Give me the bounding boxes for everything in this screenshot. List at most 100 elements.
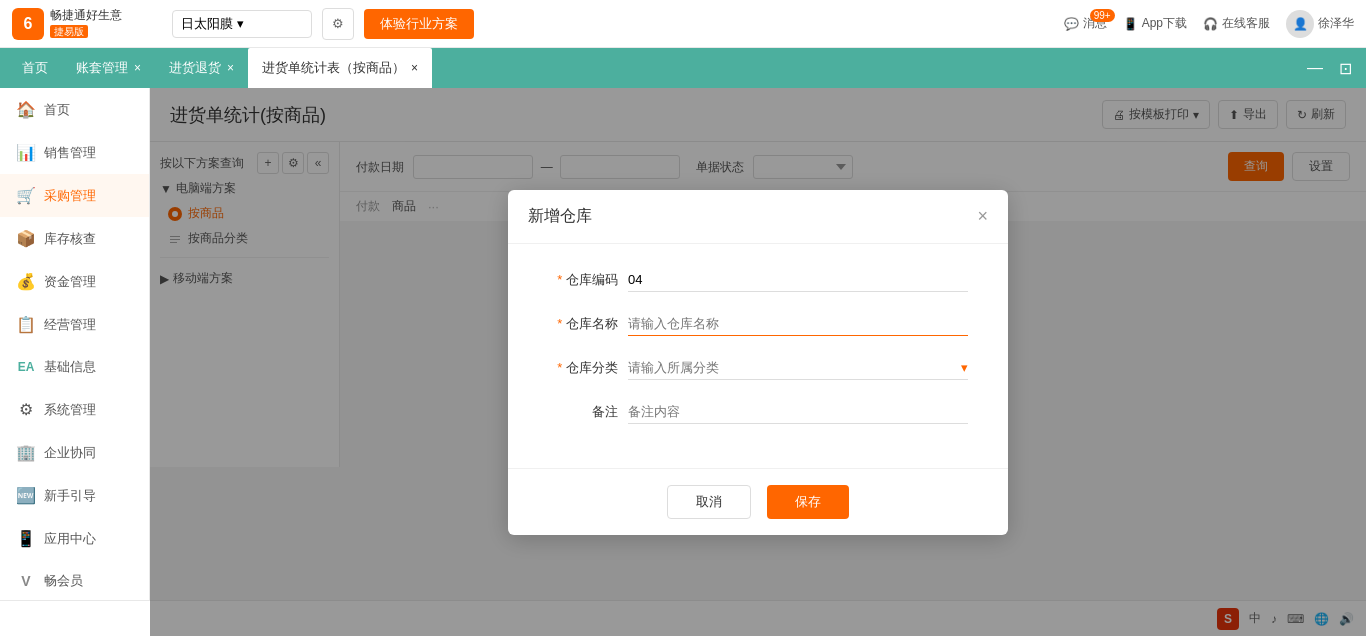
form-row-category: 仓库分类 ▾: [548, 356, 968, 380]
sidebar-item-system-label: 系统管理: [44, 401, 96, 419]
newbie-icon: 🆕: [16, 486, 36, 505]
sidebar-item-home[interactable]: 🏠 首页: [0, 88, 149, 131]
operations-icon: 📋: [16, 315, 36, 334]
header-right: 💬 消息 99+ 📱 App下载 🎧 在线客服 👤 徐泽华: [1064, 10, 1354, 38]
tab-account-close[interactable]: ×: [134, 61, 141, 75]
tab-purchase-stats[interactable]: 进货单统计表（按商品） ×: [248, 48, 432, 88]
note-input[interactable]: [628, 400, 968, 424]
code-input[interactable]: [628, 268, 968, 292]
category-dropdown-arrow: ▾: [961, 360, 968, 375]
sidebar-item-purchase-label: 采购管理: [44, 187, 96, 205]
app-download-label: App下载: [1142, 15, 1187, 32]
sidebar-item-app-center-label: 应用中心: [44, 530, 96, 548]
save-button[interactable]: 保存: [767, 485, 849, 519]
note-label: 备注: [548, 403, 618, 421]
sidebar-item-inventory-label: 库存核查: [44, 230, 96, 248]
sidebar-item-finance[interactable]: 💰 资金管理: [0, 260, 149, 303]
content-area: 进货单统计(按商品) 🖨 按模板打印 ▾ ⬆ 导出 ↻ 刷新: [150, 88, 1366, 636]
modal-close-button[interactable]: ×: [977, 206, 988, 227]
sidebar-item-basic-info[interactable]: EA 基础信息: [0, 346, 149, 388]
modal-body: 仓库编码 仓库名称 仓库分类 ▾: [508, 244, 1008, 468]
store-selector[interactable]: 日太阳膜 ▾: [172, 10, 312, 38]
app-logo-icon: 6: [12, 8, 44, 40]
category-label: 仓库分类: [548, 359, 618, 377]
tab-purchase-stats-label: 进货单统计表（按商品）: [262, 59, 405, 77]
sidebar-item-finance-label: 资金管理: [44, 273, 96, 291]
sidebar-item-basic-info-label: 基础信息: [44, 358, 96, 376]
member-icon: V: [16, 573, 36, 589]
user-name: 徐泽华: [1318, 15, 1354, 32]
enterprise-icon: 🏢: [16, 443, 36, 462]
sidebar-item-enterprise-label: 企业协同: [44, 444, 96, 462]
sidebar-item-home-label: 首页: [44, 101, 70, 119]
online-service-button[interactable]: 🎧 在线客服: [1203, 15, 1270, 32]
gear-icon: ⚙: [332, 16, 344, 31]
message-icon: 💬: [1064, 17, 1079, 31]
modal-title: 新增仓库: [528, 206, 592, 227]
sidebar-item-member[interactable]: V 畅会员: [0, 560, 149, 602]
store-dropdown-arrow: ▾: [237, 16, 244, 31]
phone-icon: 📱: [1123, 17, 1138, 31]
form-row-name: 仓库名称: [548, 312, 968, 336]
sidebar-item-purchase[interactable]: 🛒 采购管理: [0, 174, 149, 217]
app-download-button[interactable]: 📱 App下载: [1123, 15, 1187, 32]
name-label: 仓库名称: [548, 315, 618, 333]
tab-purchase-return-label: 进货退货: [169, 59, 221, 77]
sidebar-item-member-label: 畅会员: [44, 572, 83, 590]
system-icon: ⚙: [16, 400, 36, 419]
sidebar-item-operations[interactable]: 📋 经营管理: [0, 303, 149, 346]
top-header: 6 畅捷通好生意 捷易版 日太阳膜 ▾ ⚙ 体验行业方案 💬 消息 99+ 📱 …: [0, 0, 1366, 48]
new-warehouse-modal: 新增仓库 × 仓库编码 仓库名称 仓库分类: [508, 190, 1008, 535]
tab-home[interactable]: 首页: [8, 48, 62, 88]
sidebar-item-app-center[interactable]: 📱 应用中心: [0, 517, 149, 560]
tab-actions: — ⊡: [1301, 57, 1358, 80]
tab-purchase-return[interactable]: 进货退货 ×: [155, 48, 248, 88]
modal-header: 新增仓库 ×: [508, 190, 1008, 244]
tab-account-label: 账套管理: [76, 59, 128, 77]
modal-footer: 取消 保存: [508, 468, 1008, 535]
sidebar: 🏠 首页 📊 销售管理 🛒 采购管理 📦 库存核查 💰 资金管理 📋 经营管理 …: [0, 88, 150, 636]
sidebar-item-sales[interactable]: 📊 销售管理: [0, 131, 149, 174]
tab-purchase-return-close[interactable]: ×: [227, 61, 234, 75]
app-badge: 捷易版: [50, 25, 88, 38]
cancel-button[interactable]: 取消: [667, 485, 751, 519]
main-layout: 🏠 首页 📊 销售管理 🛒 采购管理 📦 库存核查 💰 资金管理 📋 经营管理 …: [0, 88, 1366, 636]
sidebar-item-sales-label: 销售管理: [44, 144, 96, 162]
tab-purchase-stats-close[interactable]: ×: [411, 61, 418, 75]
sales-icon: 📊: [16, 143, 36, 162]
messages-badge: 99+: [1090, 9, 1115, 22]
settings-gear-button[interactable]: ⚙: [322, 8, 354, 40]
home-icon: 🏠: [16, 100, 36, 119]
sidebar-item-operations-label: 经营管理: [44, 316, 96, 334]
category-input[interactable]: [628, 360, 961, 375]
user-profile-button[interactable]: 👤 徐泽华: [1286, 10, 1354, 38]
logo-area: 6 畅捷通好生意 捷易版: [12, 8, 162, 40]
tab-maximize-button[interactable]: ⊡: [1333, 57, 1358, 80]
online-service-label: 在线客服: [1222, 15, 1270, 32]
app-center-icon: 📱: [16, 529, 36, 548]
finance-icon: 💰: [16, 272, 36, 291]
purchase-icon: 🛒: [16, 186, 36, 205]
tab-account[interactable]: 账套管理 ×: [62, 48, 155, 88]
tab-minimize-button[interactable]: —: [1301, 57, 1329, 80]
app-name: 畅捷通好生意: [50, 8, 122, 24]
sidebar-item-system[interactable]: ⚙ 系统管理: [0, 388, 149, 431]
trial-button[interactable]: 体验行业方案: [364, 9, 474, 39]
sidebar-item-newbie-label: 新手引导: [44, 487, 96, 505]
form-row-note: 备注: [548, 400, 968, 424]
code-label: 仓库编码: [548, 271, 618, 289]
basic-info-icon: EA: [16, 360, 36, 374]
name-input[interactable]: [628, 312, 968, 336]
headset-icon: 🎧: [1203, 17, 1218, 31]
store-name: 日太阳膜: [181, 15, 233, 33]
sidebar-item-enterprise[interactable]: 🏢 企业协同: [0, 431, 149, 474]
sidebar-item-inventory[interactable]: 📦 库存核查: [0, 217, 149, 260]
category-select-wrapper[interactable]: ▾: [628, 356, 968, 380]
tab-home-label: 首页: [22, 59, 48, 77]
sidebar-item-newbie[interactable]: 🆕 新手引导: [0, 474, 149, 517]
inventory-icon: 📦: [16, 229, 36, 248]
messages-button[interactable]: 💬 消息 99+: [1064, 15, 1107, 32]
form-row-code: 仓库编码: [548, 268, 968, 292]
avatar: 👤: [1286, 10, 1314, 38]
modal-overlay: 新增仓库 × 仓库编码 仓库名称 仓库分类: [150, 88, 1366, 636]
